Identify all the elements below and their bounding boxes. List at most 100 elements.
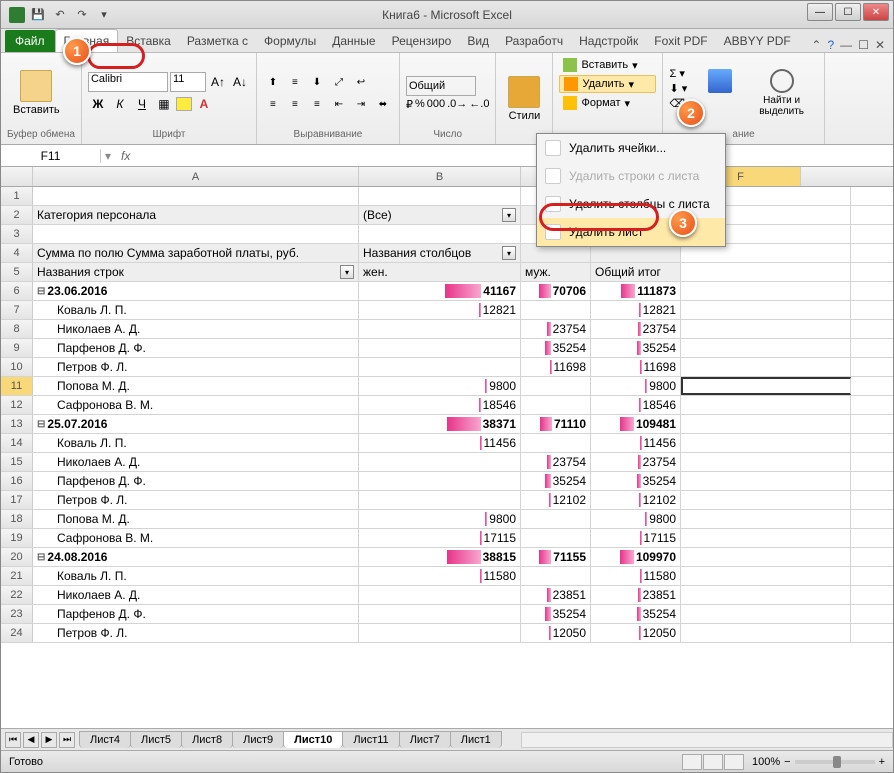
cell[interactable] bbox=[359, 453, 521, 471]
align-top-icon[interactable]: ⬆ bbox=[263, 72, 283, 92]
sheet-tab[interactable]: Лист1 bbox=[450, 731, 502, 748]
cell[interactable]: 11698 bbox=[521, 358, 591, 376]
cell[interactable]: 35254 bbox=[521, 605, 591, 623]
cell[interactable] bbox=[681, 548, 851, 566]
column-header-A[interactable]: A bbox=[33, 167, 359, 186]
cell[interactable]: Названия строк▾ bbox=[33, 263, 359, 281]
collapse-icon[interactable]: ⊟ bbox=[37, 552, 45, 563]
cell[interactable]: 70706 bbox=[521, 282, 591, 300]
cell[interactable]: 12821 bbox=[591, 301, 681, 319]
percent-icon[interactable]: % bbox=[415, 98, 425, 111]
collapse-icon[interactable]: ⊟ bbox=[37, 286, 45, 297]
comma-icon[interactable]: 000 bbox=[427, 98, 445, 111]
page-layout-view-icon[interactable] bbox=[703, 754, 723, 770]
cell[interactable]: 38815 bbox=[359, 548, 521, 566]
format-cells-button[interactable]: Формат ▾ bbox=[559, 95, 656, 111]
cell[interactable]: 12102 bbox=[521, 491, 591, 509]
cell[interactable]: 71110 bbox=[521, 415, 591, 433]
insert-cells-button[interactable]: Вставить ▾ bbox=[559, 57, 656, 73]
cell[interactable]: 18546 bbox=[359, 396, 521, 414]
cell[interactable]: 35254 bbox=[591, 605, 681, 623]
cell[interactable]: Попова М. Д. bbox=[33, 510, 359, 528]
row-header[interactable]: 23 bbox=[1, 605, 33, 623]
sort-filter-button[interactable] bbox=[702, 67, 738, 119]
sheet-tab[interactable]: Лист4 bbox=[79, 731, 131, 748]
tab-formulas[interactable]: Формулы bbox=[256, 30, 324, 52]
save-icon[interactable]: 💾 bbox=[29, 6, 47, 24]
sheet-nav-first-icon[interactable]: ⏮ bbox=[5, 732, 21, 748]
cell[interactable]: 35254 bbox=[521, 472, 591, 490]
cell[interactable]: Парфенов Д. Ф. bbox=[33, 605, 359, 623]
zoom-in-icon[interactable]: + bbox=[879, 756, 885, 768]
tab-review[interactable]: Рецензиро bbox=[384, 30, 460, 52]
cell[interactable] bbox=[521, 434, 591, 452]
orientation-icon[interactable]: ⤢ bbox=[329, 72, 349, 92]
cell[interactable]: 18546 bbox=[591, 396, 681, 414]
italic-button[interactable]: К bbox=[110, 94, 130, 114]
cell[interactable]: 23851 bbox=[591, 586, 681, 604]
font-color-button[interactable]: A bbox=[194, 94, 214, 114]
row-header[interactable]: 18 bbox=[1, 510, 33, 528]
align-bottom-icon[interactable]: ⬇ bbox=[307, 72, 327, 92]
select-all-corner[interactable] bbox=[1, 167, 33, 186]
fill-icon[interactable]: ⬇ ▾ bbox=[669, 82, 693, 95]
cell[interactable]: 11698 bbox=[591, 358, 681, 376]
cell[interactable] bbox=[521, 567, 591, 585]
cell[interactable]: 11580 bbox=[591, 567, 681, 585]
cell[interactable] bbox=[681, 320, 851, 338]
qat-dropdown-icon[interactable]: ▾ bbox=[95, 6, 113, 24]
tab-file[interactable]: Файл bbox=[5, 30, 55, 52]
decrease-decimal-icon[interactable]: ←.0 bbox=[469, 98, 489, 111]
cell[interactable]: 9800 bbox=[591, 377, 681, 395]
cell[interactable]: Николаев А. Д. bbox=[33, 453, 359, 471]
cell[interactable]: 111873 bbox=[591, 282, 681, 300]
row-header[interactable]: 1 bbox=[1, 187, 33, 205]
row-header[interactable]: 19 bbox=[1, 529, 33, 547]
cell[interactable] bbox=[681, 491, 851, 509]
cell[interactable]: Сафронова В. М. bbox=[33, 396, 359, 414]
decrease-indent-icon[interactable]: ⇤ bbox=[329, 94, 349, 114]
row-header[interactable]: 2 bbox=[1, 206, 33, 224]
cell[interactable]: Петров Ф. Л. bbox=[33, 491, 359, 509]
cell[interactable] bbox=[681, 396, 851, 414]
help-icon[interactable]: ? bbox=[827, 38, 834, 52]
align-center-icon[interactable]: ≡ bbox=[285, 94, 305, 114]
cell[interactable] bbox=[681, 434, 851, 452]
workbook-close-icon[interactable]: ✕ bbox=[875, 38, 885, 52]
row-header[interactable]: 11 bbox=[1, 377, 33, 395]
cell[interactable]: Парфенов Д. Ф. bbox=[33, 339, 359, 357]
cell[interactable]: (Все)▾ bbox=[359, 206, 521, 224]
row-header[interactable]: 3 bbox=[1, 225, 33, 243]
number-format-combo[interactable]: Общий bbox=[406, 76, 476, 96]
cell[interactable]: 17115 bbox=[591, 529, 681, 547]
zoom-out-icon[interactable]: − bbox=[784, 756, 790, 768]
cell[interactable]: Сафронова В. М. bbox=[33, 529, 359, 547]
cell[interactable]: 9800 bbox=[359, 510, 521, 528]
cell[interactable]: Коваль Л. П. bbox=[33, 434, 359, 452]
cell[interactable] bbox=[359, 339, 521, 357]
zoom-slider[interactable] bbox=[795, 760, 875, 764]
cell[interactable]: 35254 bbox=[591, 339, 681, 357]
workbook-min-icon[interactable]: — bbox=[840, 38, 852, 52]
cell[interactable]: 109970 bbox=[591, 548, 681, 566]
border-button[interactable]: ▦ bbox=[154, 94, 174, 114]
cell[interactable] bbox=[521, 301, 591, 319]
page-break-view-icon[interactable] bbox=[724, 754, 744, 770]
tab-developer[interactable]: Разработч bbox=[497, 30, 571, 52]
row-header[interactable]: 14 bbox=[1, 434, 33, 452]
cell[interactable] bbox=[681, 510, 851, 528]
cell[interactable] bbox=[681, 567, 851, 585]
cell[interactable] bbox=[359, 605, 521, 623]
cell[interactable] bbox=[681, 453, 851, 471]
cell[interactable]: Коваль Л. П. bbox=[33, 567, 359, 585]
row-header[interactable]: 13 bbox=[1, 415, 33, 433]
cell[interactable]: Парфенов Д. Ф. bbox=[33, 472, 359, 490]
cell[interactable] bbox=[681, 377, 851, 395]
worksheet-grid[interactable]: 12Категория персонала(Все)▾34Сумма по по… bbox=[1, 187, 893, 643]
increase-indent-icon[interactable]: ⇥ bbox=[351, 94, 371, 114]
cell[interactable] bbox=[359, 358, 521, 376]
cell[interactable]: ⊟23.06.2016 bbox=[33, 282, 359, 300]
row-header[interactable]: 15 bbox=[1, 453, 33, 471]
cell[interactable]: 41167 bbox=[359, 282, 521, 300]
increase-decimal-icon[interactable]: .0→ bbox=[447, 98, 467, 111]
